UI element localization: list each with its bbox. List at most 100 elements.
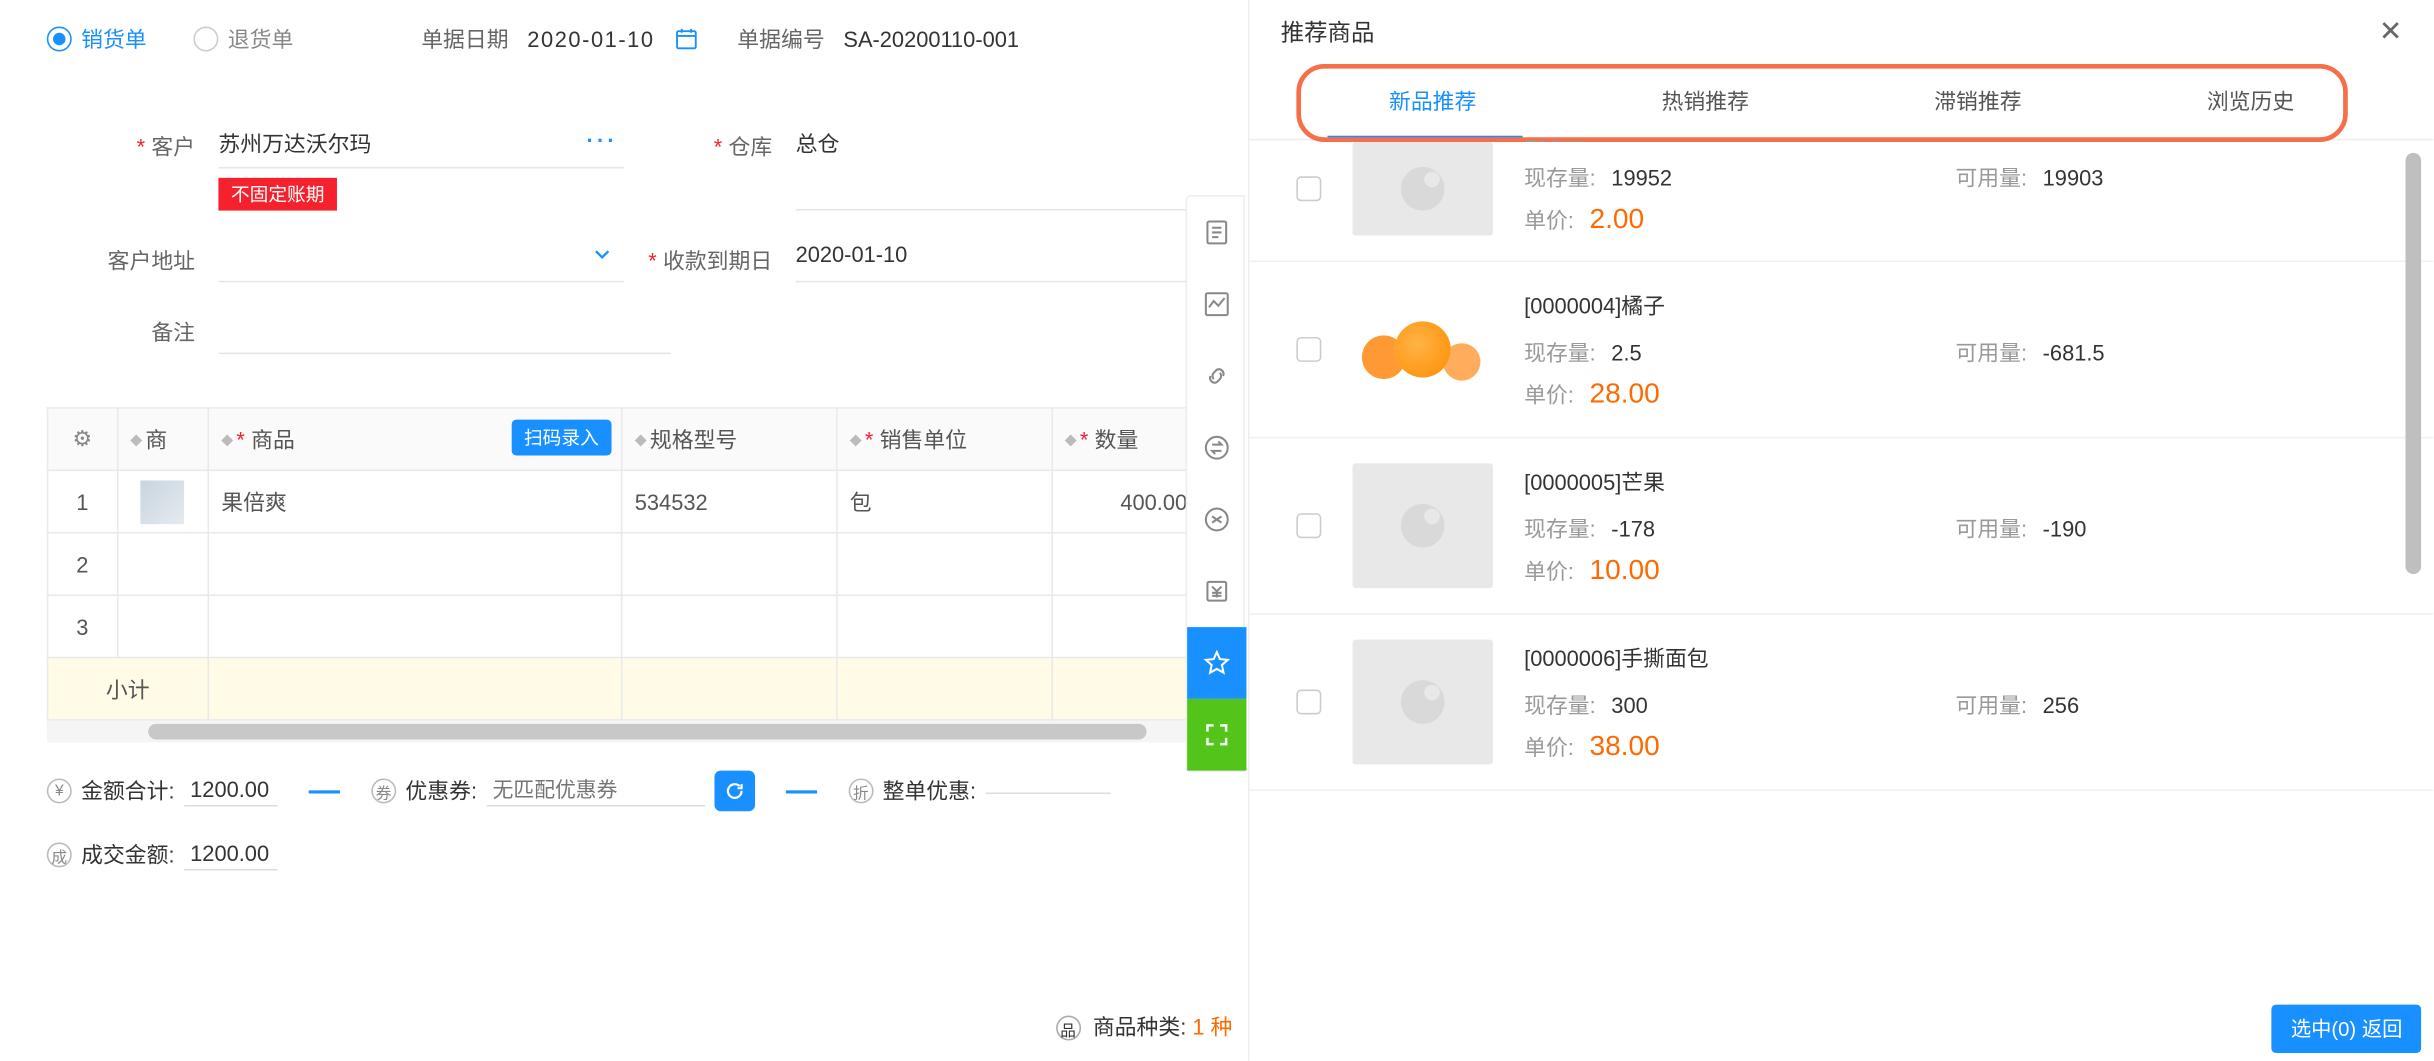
gear-icon: ⚙	[72, 426, 92, 451]
doc-date-label: 单据日期	[421, 23, 508, 54]
row-index: 1	[48, 470, 117, 532]
due-date-field[interactable]: 2020-01-10	[796, 239, 1202, 283]
scrollbar-thumb[interactable]	[148, 724, 1146, 740]
chevron-down-icon[interactable]	[593, 245, 612, 264]
recommend-list: 250ml 现存量:19952 可用量:19903 单价:2.00 [00000…	[1250, 140, 2434, 928]
whole-discount-value[interactable]	[985, 789, 1110, 794]
toolbar-link-icon[interactable]	[1187, 340, 1246, 412]
sales-order-radio[interactable]: 销货单	[47, 23, 147, 54]
account-period-tag: 不固定账期	[218, 178, 337, 211]
doc-no-value: SA-20200110-001	[843, 27, 1019, 52]
tab-new-products[interactable]: 新品推荐	[1296, 64, 1569, 139]
whole-discount: 折 整单优惠:	[848, 775, 1110, 806]
recommend-title: 推荐商品	[1281, 16, 1375, 49]
close-icon[interactable]: ✕	[2379, 16, 2403, 49]
row-thumb-cell	[117, 470, 208, 532]
tab-slow-moving[interactable]: 滞销推荐	[1842, 64, 2115, 139]
product-thumbnail	[141, 480, 185, 524]
settings-column-header[interactable]: ⚙	[48, 408, 117, 470]
row-index: 3	[48, 595, 117, 657]
price-value: 10.00	[1589, 553, 1659, 586]
unit-column-header[interactable]: ◆*销售单位	[837, 408, 1052, 470]
customer-value: 苏州万达沃尔玛	[218, 131, 371, 156]
checkbox[interactable]	[1296, 337, 1321, 362]
document-type-header: 销货单 退货单 单据日期 2020-01-10 单据编号 SA-20200110…	[0, 0, 1248, 78]
product-name: [0000006]手撕面包	[1524, 642, 2387, 673]
warehouse-value: 总仓	[796, 131, 840, 156]
calendar-icon[interactable]	[673, 27, 698, 52]
coupon-section: 券 优惠券:	[371, 771, 755, 812]
whole-discount-label: 整单优惠:	[883, 775, 976, 806]
toolbar-chart-icon[interactable]	[1187, 268, 1246, 340]
subtotal-row: 小计	[48, 658, 1201, 720]
scrollbar-thumb[interactable]	[2406, 153, 2422, 574]
deal-label: 成交金额:	[81, 839, 174, 870]
avail-value: -190	[2043, 516, 2087, 541]
tab-browse-history[interactable]: 浏览历史	[2114, 64, 2387, 139]
table-row[interactable]: 2	[48, 533, 1201, 595]
doc-number-section: 单据编号 SA-20200110-001	[737, 23, 1019, 54]
checkbox[interactable]	[1296, 690, 1321, 715]
product-column-header[interactable]: ◆*商品扫码录入	[208, 408, 621, 470]
avail-value: -681.5	[2043, 339, 2105, 364]
toolbar-currency-icon[interactable]	[1187, 555, 1246, 627]
stock-value: -178	[1611, 516, 1655, 541]
product-image	[1353, 287, 1493, 412]
recommend-tabs: 新品推荐 热销推荐 滞销推荐 浏览历史	[1250, 64, 2434, 140]
stock-value: 2.5	[1611, 339, 1641, 364]
due-date-label: *收款到期日	[624, 239, 796, 283]
toolbar-notes-icon[interactable]	[1187, 197, 1246, 269]
product-image-placeholder	[1353, 463, 1493, 588]
toolbar-star-icon[interactable]	[1187, 627, 1246, 699]
tab-indicator	[1328, 136, 1523, 139]
qty-column-header[interactable]: ◆*数量	[1052, 408, 1201, 470]
return-order-radio[interactable]: 退货单	[193, 23, 293, 54]
row-product[interactable]: 果倍爽	[208, 470, 621, 532]
refresh-coupon-button[interactable]	[714, 771, 755, 812]
tab-hot-sale[interactable]: 热销推荐	[1569, 64, 1842, 139]
amount-label: 金额合计:	[81, 775, 174, 806]
stock-value: 300	[1611, 692, 1647, 717]
cust-addr-field[interactable]	[218, 239, 624, 283]
product-image-placeholder	[1353, 640, 1493, 765]
radio-icon	[193, 27, 218, 52]
line-items-table: ⚙ ◆商 ◆*商品扫码录入 ◆规格型号 ◆*销售单位 ◆*数量 1 果倍爽 53…	[47, 407, 1201, 742]
deal-amount: 成 成交金额: 1200.00	[47, 839, 1201, 870]
product-image-placeholder	[1353, 141, 1493, 235]
category-label: 商品种类:	[1093, 1014, 1186, 1039]
customer-field[interactable]: 苏州万达沃尔玛 ···	[218, 125, 624, 169]
toolbar-trash-icon[interactable]	[1187, 484, 1246, 556]
row-spec[interactable]: 534532	[621, 470, 836, 532]
remark-field[interactable]	[218, 310, 670, 354]
remark-label: 备注	[47, 310, 219, 347]
scan-input-button[interactable]: 扫码录入	[511, 420, 611, 456]
spec-column-header[interactable]: ◆规格型号	[621, 408, 836, 470]
row-qty[interactable]: 400.00	[1052, 470, 1201, 532]
toolbar-swap-icon[interactable]	[1187, 412, 1246, 484]
product-name-partial: 250ml	[1524, 140, 2387, 146]
warehouse-field[interactable]: 总仓	[796, 125, 1202, 211]
checkbox[interactable]	[1296, 513, 1321, 538]
select-return-button[interactable]: 选中(0) 返回	[2272, 1004, 2421, 1052]
toolbar-expand-icon[interactable]	[1187, 699, 1246, 771]
image-column-header[interactable]: ◆商	[117, 408, 208, 470]
deal-icon: 成	[47, 842, 72, 867]
page-footer: 品 商品种类: 1 种 选中(0) 返回	[0, 992, 2434, 1061]
recommend-item[interactable]: [0000005]芒果 现存量:-178 可用量:-190 单价:10.00	[1250, 438, 2434, 614]
recommend-item[interactable]: [0000006]手撕面包 现存量:300 可用量:256 单价:38.00	[1250, 615, 2434, 791]
category-icon: 品	[1056, 1016, 1081, 1041]
doc-date-value[interactable]: 2020-01-10	[527, 27, 654, 52]
deal-value: 1200.00	[184, 840, 278, 870]
avail-value: 19903	[2043, 165, 2104, 190]
table-row[interactable]: 3	[48, 595, 1201, 657]
checkbox[interactable]	[1296, 176, 1321, 201]
vertical-scrollbar[interactable]	[2406, 153, 2422, 730]
horizontal-scrollbar[interactable]	[47, 721, 1201, 743]
row-unit[interactable]: 包	[837, 470, 1052, 532]
recommend-item[interactable]: 250ml 现存量:19952 可用量:19903 单价:2.00	[1250, 140, 2434, 262]
recommend-item[interactable]: [0000004]橘子 现存量:2.5 可用量:-681.5 单价:28.00	[1250, 262, 2434, 438]
customer-lookup-icon[interactable]: ···	[587, 128, 618, 153]
coupon-input[interactable]	[486, 775, 704, 806]
table-row[interactable]: 1 果倍爽 534532 包 400.00	[48, 470, 1201, 532]
side-toolbar	[1186, 195, 1245, 772]
